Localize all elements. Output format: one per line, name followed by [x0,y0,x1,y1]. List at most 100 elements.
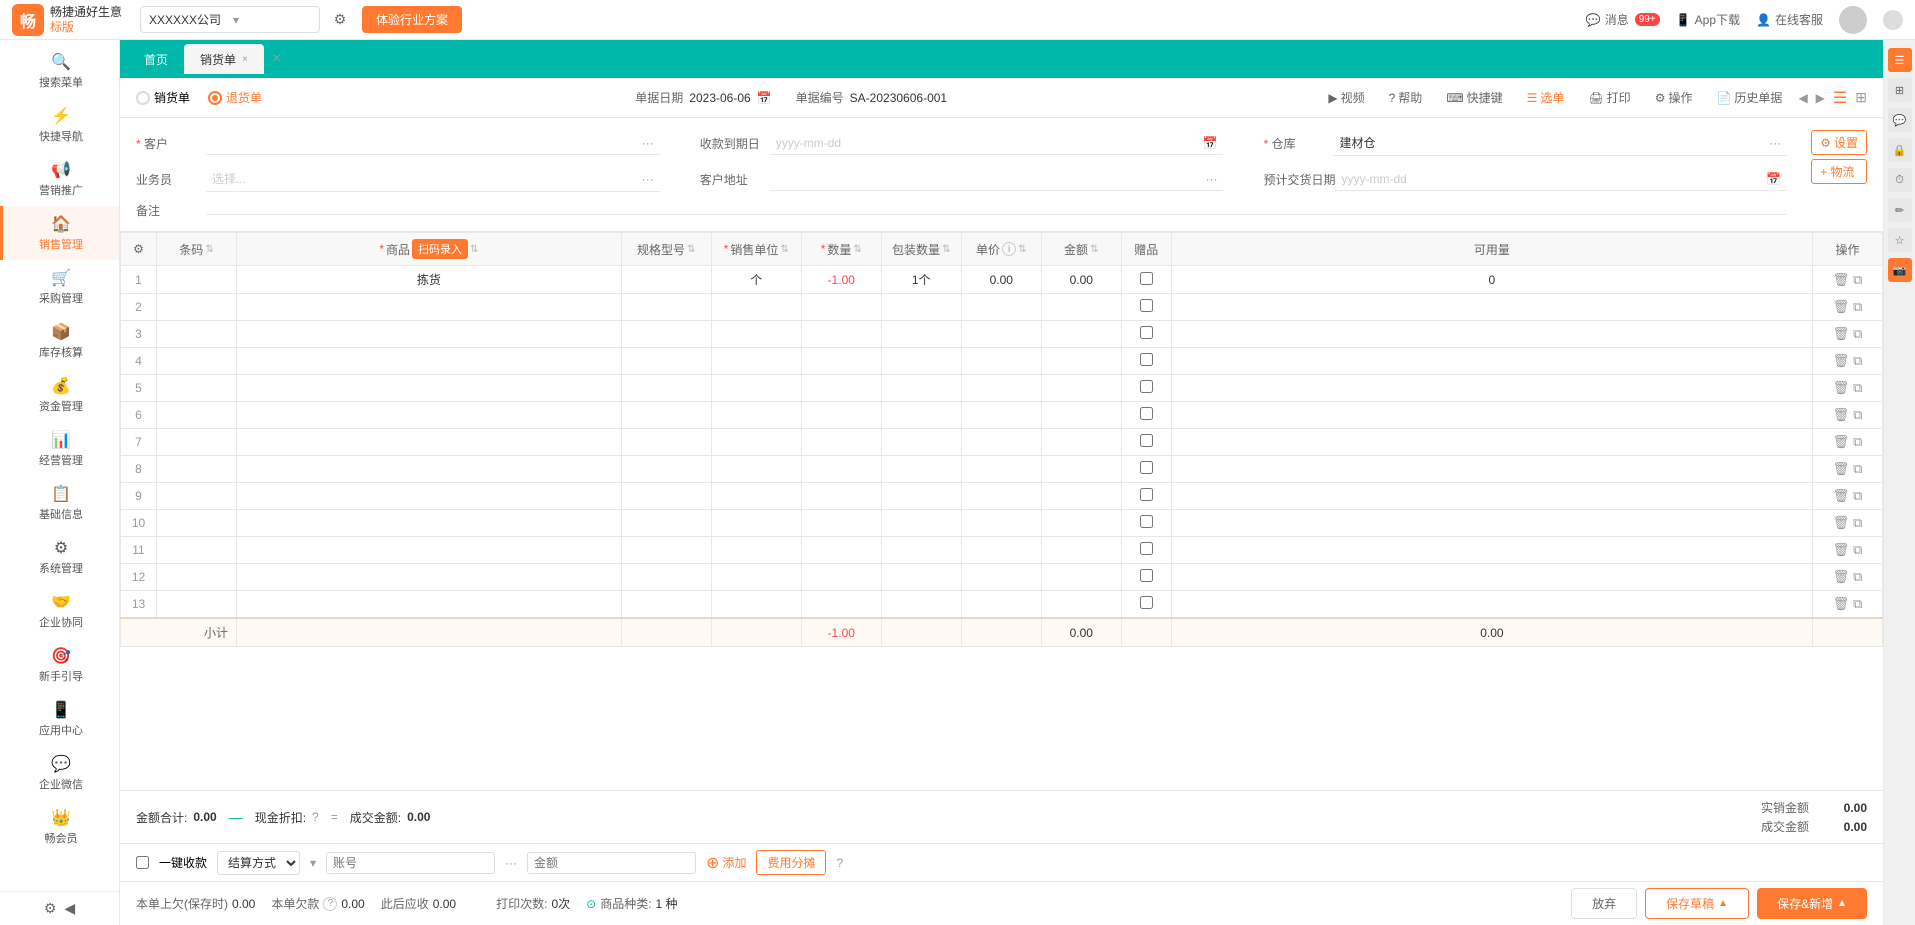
right-panel-btn-4[interactable]: 🔒 [1888,138,1912,162]
row-product[interactable]: 拣货 [237,266,622,294]
toolbar-video-btn[interactable]: ▶ 视频 [1320,86,1372,109]
row-gift[interactable] [1121,348,1171,375]
payment-date-input[interactable]: yyyy-mm-dd 📅 [770,132,1224,155]
discount-info-icon[interactable]: ? [312,810,319,824]
row-unit[interactable] [711,564,801,591]
row-gift[interactable] [1121,537,1171,564]
salesperson-input[interactable]: 选择... ··· [206,166,660,192]
company-selector[interactable]: XXXXXX公司 ▾ [140,6,320,33]
user-avatar-2[interactable] [1883,10,1903,30]
copy-icon[interactable]: ⧉ [1853,407,1862,423]
right-panel-btn-6[interactable]: ✏ [1888,198,1912,222]
row-gift[interactable] [1121,321,1171,348]
row-amount[interactable] [1041,321,1121,348]
row-unit[interactable] [711,537,801,564]
col-sort-icon-amount[interactable]: ⇅ [1090,244,1098,255]
row-spec[interactable] [621,510,711,537]
row-unit[interactable]: 个 [711,266,801,294]
copy-icon[interactable]: ⧉ [1853,488,1862,504]
customer-ellipsis-btn[interactable]: ··· [642,136,654,150]
row-product[interactable] [237,564,622,591]
row-spec[interactable] [621,321,711,348]
row-barcode[interactable] [157,402,237,429]
row-gift[interactable] [1121,294,1171,321]
row-spec[interactable] [621,564,711,591]
row-amount[interactable] [1041,294,1121,321]
customer-address-input[interactable]: ··· [770,168,1224,191]
sidebar-item-system[interactable]: ⚙ 系统管理 [0,530,119,584]
th-settings[interactable]: ⚙ [121,233,157,266]
row-unit[interactable] [711,321,801,348]
settings-button[interactable]: ⚙ 设置 [1811,130,1867,155]
row-amount[interactable] [1041,375,1121,402]
row-quantity[interactable] [801,591,881,619]
nav-prev-icon[interactable]: ◀ [1798,91,1807,105]
row-gift[interactable] [1121,510,1171,537]
amount-input[interactable] [527,852,696,874]
row-unit[interactable] [711,348,801,375]
row-spec[interactable] [621,294,711,321]
row-pack-qty[interactable] [881,510,961,537]
calendar-icon-payment[interactable]: 📅 [1203,136,1218,150]
row-amount[interactable] [1041,510,1121,537]
row-unit-price[interactable] [961,294,1041,321]
row-unit-price[interactable] [961,537,1041,564]
row-gift[interactable] [1121,483,1171,510]
copy-icon[interactable]: ⧉ [1853,353,1862,369]
copy-icon[interactable]: ⧉ [1853,434,1862,450]
view-list-icon[interactable]: ☰ [1833,88,1847,108]
row-spec[interactable] [621,537,711,564]
row-quantity[interactable] [801,402,881,429]
row-quantity[interactable] [801,375,881,402]
expense-split-button[interactable]: 费用分摊 [756,850,826,875]
trial-button[interactable]: 体验行业方案 [362,6,462,33]
sidebar-item-inventory[interactable]: 📦 库存核算 [0,314,119,368]
row-pack-qty[interactable] [881,456,961,483]
row-pack-qty[interactable] [881,402,961,429]
row-amount[interactable] [1041,483,1121,510]
right-panel-btn-7[interactable]: ☆ [1888,228,1912,252]
row-pack-qty[interactable] [881,564,961,591]
row-pack-qty[interactable] [881,294,961,321]
salesperson-ellipsis-btn[interactable]: ··· [642,172,654,186]
row-spec[interactable] [621,266,711,294]
tab-sales-order[interactable]: 销货单 × [184,44,264,74]
sidebar-item-marketing[interactable]: 📢 营销推广 [0,152,119,206]
app-download-button[interactable]: 📱 App下载 [1676,11,1740,28]
row-spec[interactable] [621,429,711,456]
row-pack-qty[interactable] [881,591,961,619]
delete-icon[interactable]: 🗑 [1833,380,1850,396]
copy-icon[interactable]: ⧉ [1853,326,1862,342]
row-product[interactable] [237,456,622,483]
calendar-icon-delivery[interactable]: 📅 [1766,172,1781,186]
row-product[interactable] [237,294,622,321]
add-payment-button[interactable]: ⊕ 添加 [706,853,746,873]
delete-icon[interactable]: 🗑 [1833,434,1850,450]
row-pack-qty[interactable] [881,537,961,564]
row-quantity[interactable] [801,537,881,564]
delete-icon[interactable]: 🗑 [1833,407,1850,423]
calc-method-select[interactable]: 结算方式 [217,851,300,875]
delete-icon[interactable]: 🗑 [1833,299,1850,315]
row-pack-qty[interactable] [881,483,961,510]
delete-icon[interactable]: 🗑 [1833,569,1850,585]
right-panel-btn-1[interactable]: ☰ [1888,48,1912,72]
copy-icon[interactable]: ⧉ [1853,272,1862,288]
row-quantity[interactable] [801,321,881,348]
sidebar-item-basic[interactable]: 📋 基础信息 [0,476,119,530]
copy-icon[interactable]: ⧉ [1853,515,1862,531]
user-avatar[interactable] [1839,6,1867,34]
toolbar-help-btn[interactable]: ? 帮助 [1381,86,1431,109]
save-new-button[interactable]: 保存&新增 ▲ [1757,888,1867,919]
toolbar-print-btn[interactable]: 🖨 打印 [1580,86,1638,109]
right-panel-btn-2[interactable]: ⊞ [1888,78,1912,102]
row-unit-price[interactable] [961,348,1041,375]
row-unit-price[interactable] [961,510,1041,537]
sidebar-collapse-icon[interactable]: ◀ [64,900,75,917]
row-quantity[interactable] [801,429,881,456]
toolbar-history-btn[interactable]: 📄 历史单据 [1708,86,1790,109]
warehouse-ellipsis-btn[interactable]: ··· [1769,136,1781,150]
row-unit-price[interactable] [961,591,1041,619]
row-product[interactable] [237,537,622,564]
row-barcode[interactable] [157,321,237,348]
